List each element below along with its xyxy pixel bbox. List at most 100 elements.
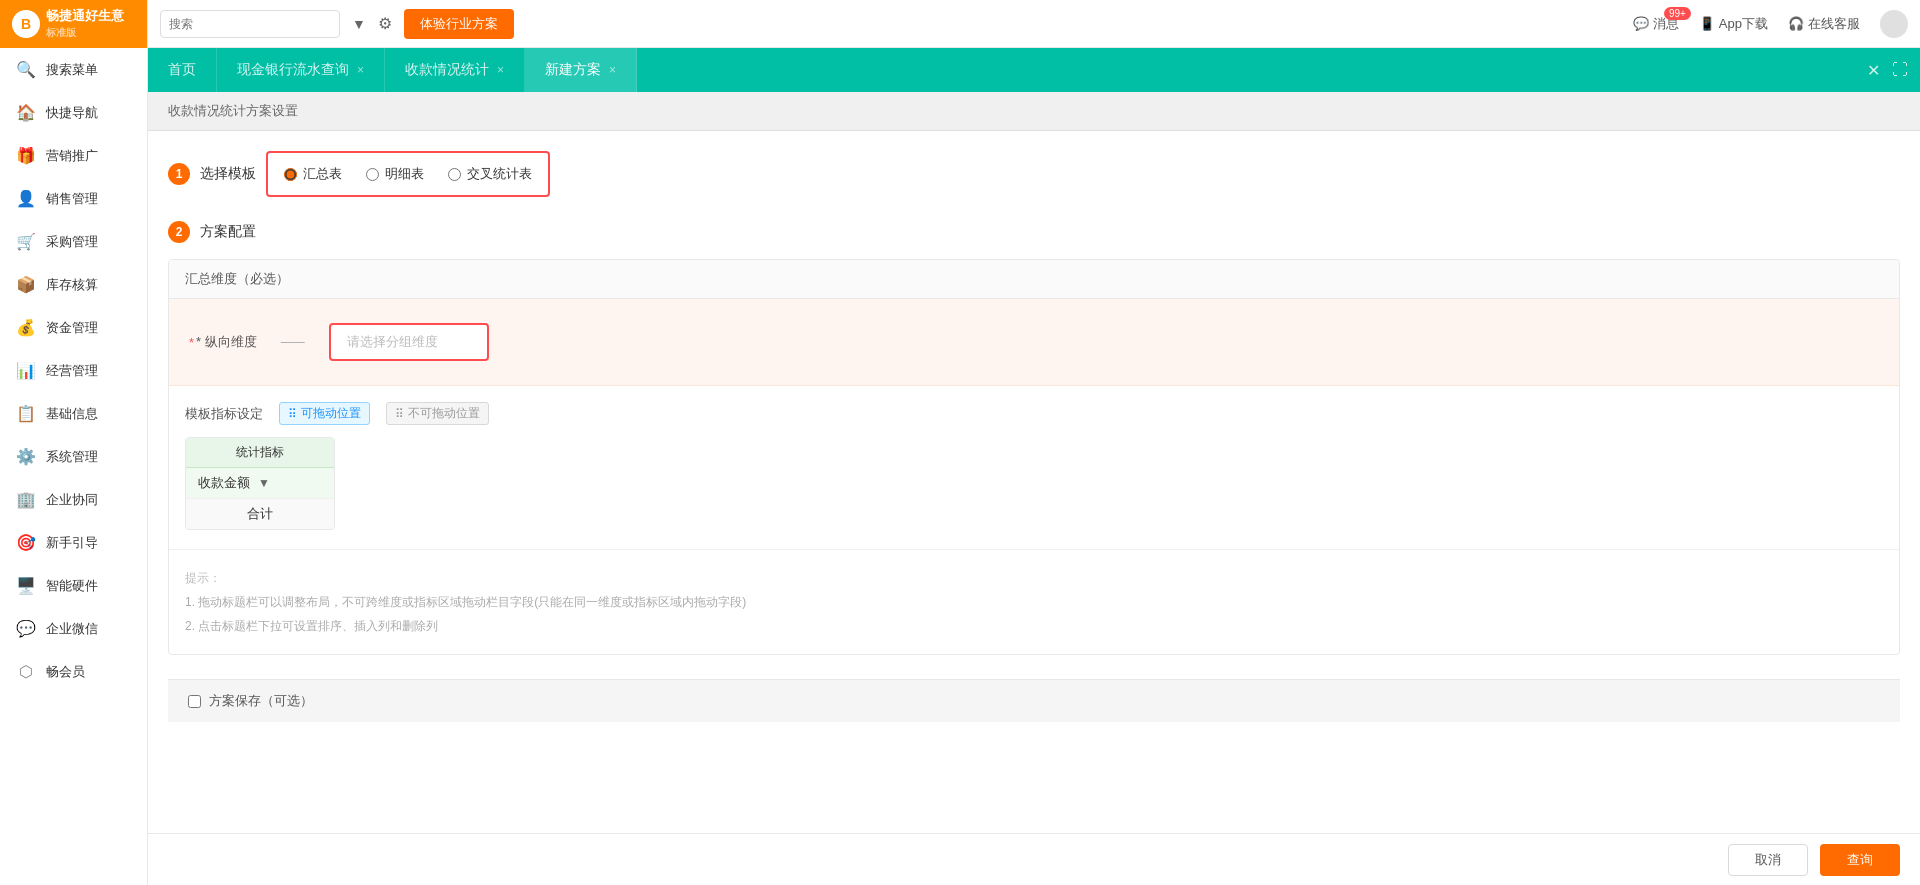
sidebar-item-label: 智能硬件 [46, 577, 98, 595]
indicator-header: 模板指标设定 ⠿ 可拖动位置 ⠿ 不可拖动位置 [185, 402, 1883, 425]
target-icon: 🎯 [16, 533, 36, 552]
app-download-button[interactable]: 📱 App下载 [1699, 15, 1768, 33]
draggable-tag: ⠿ 可拖动位置 [279, 402, 370, 425]
sidebar-item-marketing[interactable]: 🎁 营销推广 [0, 134, 147, 177]
step2-badge: 2 [168, 221, 190, 243]
radio-cross-input[interactable] [448, 168, 461, 181]
stats-section-header: 统计指标 [186, 438, 334, 468]
search-dropdown-button[interactable]: ▼ [352, 16, 366, 32]
sidebar-item-label: 企业协同 [46, 491, 98, 509]
radio-detail-input[interactable] [366, 168, 379, 181]
non-drag-indicator: ⠿ [395, 407, 404, 421]
tab-receipt-stats[interactable]: 收款情况统计 × [385, 48, 525, 92]
logo-text: 畅捷通好生意 [46, 8, 124, 24]
doc-icon: 📋 [16, 404, 36, 423]
tabbar: 首页 现金银行流水查询 × 收款情况统计 × 新建方案 × ✕ ⛶ [148, 48, 1920, 92]
dimension-placeholder: 请选择分组维度 [347, 334, 438, 349]
sidebar-item-finance[interactable]: 💰 资金管理 [0, 306, 147, 349]
online-service-button[interactable]: 🎧 在线客服 [1788, 15, 1860, 33]
sidebar-item-guide[interactable]: 🎯 新手引导 [0, 521, 147, 564]
sidebar-item-system[interactable]: ⚙️ 系统管理 [0, 435, 147, 478]
sidebar-item-label: 搜索菜单 [46, 61, 98, 79]
tab-new-plan-label: 新建方案 [545, 61, 601, 79]
sidebar-item-search-menu[interactable]: 🔍 搜索菜单 [0, 48, 147, 91]
box-icon: 📦 [16, 275, 36, 294]
gear-icon: ⚙️ [16, 447, 36, 466]
main-area: ▼ ⚙ 体验行业方案 💬 消息 99+ 📱 App下载 🎧 在线客服 首页 [148, 0, 1920, 885]
radio-cross-label: 交叉统计表 [467, 165, 532, 183]
content-body: 1 选择模板 汇总表 明细表 交叉统计表 [148, 131, 1920, 833]
monitor-icon: 🖥️ [16, 576, 36, 595]
breadcrumb: 收款情况统计方案设置 [148, 92, 1920, 131]
indicator-title: 模板指标设定 [185, 405, 263, 423]
user-avatar[interactable] [1880, 10, 1908, 38]
radio-detail[interactable]: 明细表 [366, 165, 424, 183]
building-icon: 🏢 [16, 490, 36, 509]
sidebar-item-label: 资金管理 [46, 319, 98, 337]
sidebar-item-quick-nav[interactable]: 🏠 快捷导航 [0, 91, 147, 134]
stats-section: 统计指标 收款金额 ▼ 合计 [185, 437, 335, 530]
non-draggable-tag: ⠿ 不可拖动位置 [386, 402, 489, 425]
vertical-label-text: * 纵向维度 [196, 333, 257, 351]
user-icon: 👤 [16, 189, 36, 208]
sidebar-item-basic-info[interactable]: 📋 基础信息 [0, 392, 147, 435]
cart-icon: 🛒 [16, 232, 36, 251]
sidebar-item-inventory[interactable]: 📦 库存核算 [0, 263, 147, 306]
step2-section: 2 方案配置 汇总维度（必选） * * 纵向维度 —— [168, 221, 1900, 655]
save-plan-checkbox[interactable] [188, 695, 201, 708]
maximize-window-icon[interactable]: ⛶ [1892, 61, 1908, 79]
messages-badge: 99+ [1664, 7, 1691, 20]
settings-gear-icon[interactable]: ⚙ [378, 14, 392, 33]
query-button[interactable]: 查询 [1820, 844, 1900, 876]
tab-home[interactable]: 首页 [148, 48, 217, 92]
draggable-label: 可拖动位置 [301, 405, 361, 422]
member-icon: ⬡ [16, 662, 36, 681]
content-area: 收款情况统计方案设置 1 选择模板 汇总表 明细表 [148, 92, 1920, 833]
app-download-label: App下载 [1719, 15, 1768, 33]
topbar: ▼ ⚙ 体验行业方案 💬 消息 99+ 📱 App下载 🎧 在线客服 [148, 0, 1920, 48]
non-draggable-label: 不可拖动位置 [408, 405, 480, 422]
plan-config-box: 汇总维度（必选） * * 纵向维度 —— 请选择分组维度 [168, 259, 1900, 655]
app-icon: 📱 [1699, 16, 1715, 31]
tab-new-plan-close-icon[interactable]: × [609, 63, 616, 77]
sidebar-item-label: 基础信息 [46, 405, 98, 423]
sidebar-item-sales[interactable]: 👤 销售管理 [0, 177, 147, 220]
sidebar-item-purchase[interactable]: 🛒 采购管理 [0, 220, 147, 263]
sidebar-item-wechat[interactable]: 💬 企业微信 [0, 607, 147, 650]
sidebar-item-operations[interactable]: 📊 经营管理 [0, 349, 147, 392]
tab-bank-flow[interactable]: 现金银行流水查询 × [217, 48, 385, 92]
radio-summary-label: 汇总表 [303, 165, 342, 183]
topbar-right: 💬 消息 99+ 📱 App下载 🎧 在线客服 [1633, 10, 1908, 38]
tab-bank-flow-close-icon[interactable]: × [357, 63, 364, 77]
sidebar: B 畅捷通好生意 标准版 🔍 搜索菜单 🏠 快捷导航 🎁 营销推广 👤 销售管理… [0, 0, 148, 885]
sidebar-item-label: 新手引导 [46, 534, 98, 552]
sidebar-item-hardware[interactable]: 🖥️ 智能硬件 [0, 564, 147, 607]
stats-item-dropdown-icon[interactable]: ▼ [258, 476, 270, 490]
drag-indicator: ⠿ [288, 407, 297, 421]
sidebar-item-member[interactable]: ⬡ 畅会员 [0, 650, 147, 693]
stats-item-label: 收款金额 [198, 474, 250, 492]
tab-home-label: 首页 [168, 61, 196, 79]
search-input[interactable] [160, 10, 340, 38]
tips-section: 提示： 1. 拖动标题栏可以调整布局，不可跨维度或指标区域拖动栏目字段(只能在同… [169, 549, 1899, 654]
step1-header: 1 选择模板 汇总表 明细表 交叉统计表 [168, 151, 1900, 197]
trial-button[interactable]: 体验行业方案 [404, 9, 514, 39]
dimension-area: * * 纵向维度 —— 请选择分组维度 [169, 299, 1899, 386]
sidebar-item-label: 系统管理 [46, 448, 98, 466]
stats-item-receipt: 收款金额 ▼ [186, 468, 334, 499]
cancel-button[interactable]: 取消 [1728, 844, 1808, 876]
messages-button[interactable]: 💬 消息 99+ [1633, 15, 1679, 33]
close-window-icon[interactable]: ✕ [1867, 61, 1880, 80]
tab-receipt-stats-close-icon[interactable]: × [497, 63, 504, 77]
sidebar-item-enterprise[interactable]: 🏢 企业协同 [0, 478, 147, 521]
dimension-select-box[interactable]: 请选择分组维度 [329, 323, 489, 361]
radio-summary-input[interactable] [284, 168, 297, 181]
radio-summary[interactable]: 汇总表 [284, 165, 342, 183]
radio-cross[interactable]: 交叉统计表 [448, 165, 532, 183]
dimension-arrow: —— [281, 335, 305, 349]
tab-new-plan[interactable]: 新建方案 × [525, 48, 637, 92]
message-icon: 💬 [1633, 16, 1649, 31]
sidebar-item-label: 营销推广 [46, 147, 98, 165]
tab-receipt-stats-label: 收款情况统计 [405, 61, 489, 79]
bottom-action-bar: 取消 查询 [148, 833, 1920, 885]
